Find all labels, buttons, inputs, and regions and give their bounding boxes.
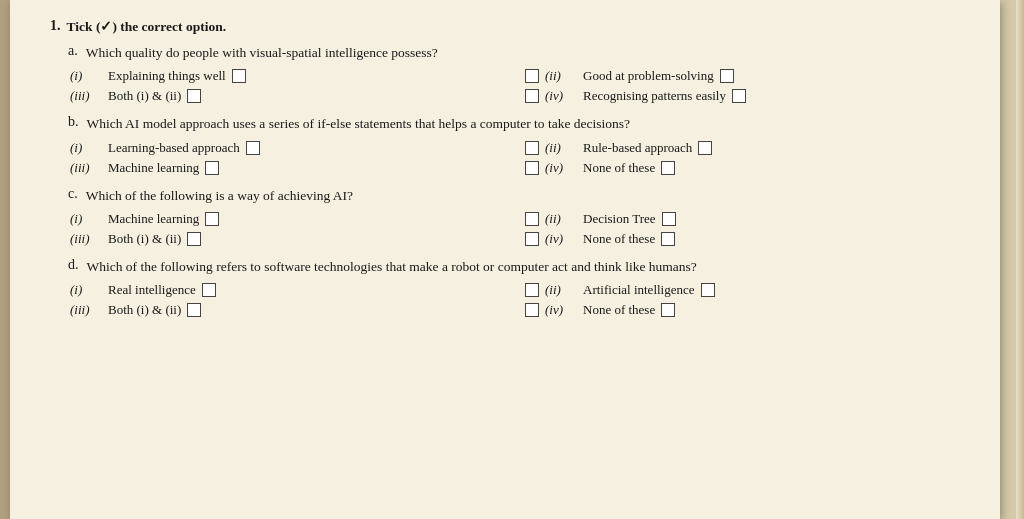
option-c-i-label: (i) — [70, 211, 100, 227]
checkbox-b-i[interactable] — [246, 141, 260, 155]
question-d-line: d. Which of the following refers to soft… — [68, 257, 970, 277]
option-c-iii-text: Both (i) & (ii) — [108, 231, 181, 247]
option-b-iv-label: (iv) — [545, 160, 575, 176]
question-a-block: a. Which quality do people with visual-s… — [50, 43, 970, 104]
checkbox-c-iv[interactable] — [525, 232, 539, 246]
option-d-iv: (iv) None of these — [525, 302, 970, 318]
option-d-ii-text: Artificial intelligence — [583, 282, 695, 298]
question-c-options: (i) Machine learning (ii) Decision Tree … — [70, 211, 970, 247]
question-header: 1. Tick (✓) the correct option. — [50, 18, 970, 43]
question-a-options: (i) Explaining things well (ii) Good at … — [70, 68, 970, 104]
question-b-line: b. Which AI model approach uses a series… — [68, 114, 970, 134]
checkbox-b-iv-right[interactable] — [661, 161, 675, 175]
question-c-block: c. Which of the following is a way of ac… — [50, 186, 970, 247]
option-b-i: (i) Learning-based approach — [70, 140, 515, 156]
option-a-iii: (iii) Both (i) & (ii) — [70, 88, 515, 104]
question-c-label: c. — [68, 186, 78, 202]
question-d-options: (i) Real intelligence (ii) Artificial in… — [70, 282, 970, 318]
instruction-text: Tick (✓) the correct option. — [67, 18, 227, 35]
checkbox-b-ii[interactable] — [525, 141, 539, 155]
option-b-iv: (iv) None of these — [525, 160, 970, 176]
option-a-iii-text: Both (i) & (ii) — [108, 88, 181, 104]
checkbox-d-iii[interactable] — [187, 303, 201, 317]
checkbox-d-ii[interactable] — [525, 283, 539, 297]
option-b-iii-text: Machine learning — [108, 160, 199, 176]
question-b-options: (i) Learning-based approach (ii) Rule-ba… — [70, 140, 970, 176]
checkbox-a-i[interactable] — [232, 69, 246, 83]
option-c-ii-label: (ii) — [545, 211, 575, 227]
option-b-ii-label: (ii) — [545, 140, 575, 156]
question-b-text: Which AI model approach uses a series of… — [87, 114, 631, 134]
question-c-text: Which of the following is a way of achie… — [86, 186, 353, 206]
option-b-iii: (iii) Machine learning — [70, 160, 515, 176]
option-a-ii-label: (ii) — [545, 68, 575, 84]
checkbox-c-iii[interactable] — [187, 232, 201, 246]
option-b-i-label: (i) — [70, 140, 100, 156]
option-c-ii: (ii) Decision Tree — [525, 211, 970, 227]
option-d-ii: (ii) Artificial intelligence — [525, 282, 970, 298]
checkbox-b-iii[interactable] — [205, 161, 219, 175]
option-a-i-label: (i) — [70, 68, 100, 84]
option-d-iii-label: (iii) — [70, 302, 100, 318]
option-a-ii-text: Good at problem-solving — [583, 68, 714, 84]
option-c-ii-text: Decision Tree — [583, 211, 656, 227]
option-d-iv-label: (iv) — [545, 302, 575, 318]
option-a-iv: (iv) Recognising patterns easily — [525, 88, 970, 104]
checkbox-c-ii[interactable] — [525, 212, 539, 226]
checkbox-c-i[interactable] — [205, 212, 219, 226]
option-a-ii: (ii) Good at problem-solving — [525, 68, 970, 84]
option-d-i: (i) Real intelligence — [70, 282, 515, 298]
question-b-label: b. — [68, 114, 79, 130]
option-a-i: (i) Explaining things well — [70, 68, 515, 84]
checkbox-a-iv[interactable] — [525, 89, 539, 103]
checkbox-d-iv[interactable] — [525, 303, 539, 317]
checkbox-a-ii[interactable] — [525, 69, 539, 83]
option-d-ii-label: (ii) — [545, 282, 575, 298]
option-c-iv-text: None of these — [583, 231, 655, 247]
question-a-text: Which quality do people with visual-spat… — [86, 43, 438, 63]
option-b-i-text: Learning-based approach — [108, 140, 240, 156]
checkbox-b-ii-right[interactable] — [698, 141, 712, 155]
checkbox-c-ii-right[interactable] — [662, 212, 676, 226]
question-number: 1. — [50, 18, 61, 34]
question-a-label: a. — [68, 43, 78, 59]
checkbox-c-iv-right[interactable] — [661, 232, 675, 246]
checkbox-d-i[interactable] — [202, 283, 216, 297]
option-d-i-text: Real intelligence — [108, 282, 196, 298]
option-c-iv: (iv) None of these — [525, 231, 970, 247]
option-a-iv-text: Recognising patterns easily — [583, 88, 726, 104]
option-d-iii-text: Both (i) & (ii) — [108, 302, 181, 318]
question-a-line: a. Which quality do people with visual-s… — [68, 43, 970, 63]
option-a-iii-label: (iii) — [70, 88, 100, 104]
question-d-block: d. Which of the following refers to soft… — [50, 257, 970, 318]
question-b-block: b. Which AI model approach uses a series… — [50, 114, 970, 175]
option-b-ii: (ii) Rule-based approach — [525, 140, 970, 156]
question-d-label: d. — [68, 257, 79, 273]
option-a-iv-label: (iv) — [545, 88, 575, 104]
option-d-iii: (iii) Both (i) & (ii) — [70, 302, 515, 318]
checkbox-a-ii-right[interactable] — [720, 69, 734, 83]
option-c-iii-label: (iii) — [70, 231, 100, 247]
option-b-iii-label: (iii) — [70, 160, 100, 176]
option-c-iii: (iii) Both (i) & (ii) — [70, 231, 515, 247]
option-b-iv-text: None of these — [583, 160, 655, 176]
page-content: 1. Tick (✓) the correct option. a. Which… — [10, 0, 1000, 519]
page-right-edge — [1016, 0, 1024, 519]
option-c-iv-label: (iv) — [545, 231, 575, 247]
question-d-text: Which of the following refers to softwar… — [87, 257, 697, 277]
question-c-line: c. Which of the following is a way of ac… — [68, 186, 970, 206]
option-c-i: (i) Machine learning — [70, 211, 515, 227]
checkbox-a-iv-right[interactable] — [732, 89, 746, 103]
option-b-ii-text: Rule-based approach — [583, 140, 692, 156]
option-d-i-label: (i) — [70, 282, 100, 298]
checkbox-b-iv[interactable] — [525, 161, 539, 175]
checkbox-a-iii[interactable] — [187, 89, 201, 103]
option-a-i-text: Explaining things well — [108, 68, 226, 84]
option-c-i-text: Machine learning — [108, 211, 199, 227]
option-d-iv-text: None of these — [583, 302, 655, 318]
checkbox-d-ii-right[interactable] — [701, 283, 715, 297]
checkbox-d-iv-right[interactable] — [661, 303, 675, 317]
